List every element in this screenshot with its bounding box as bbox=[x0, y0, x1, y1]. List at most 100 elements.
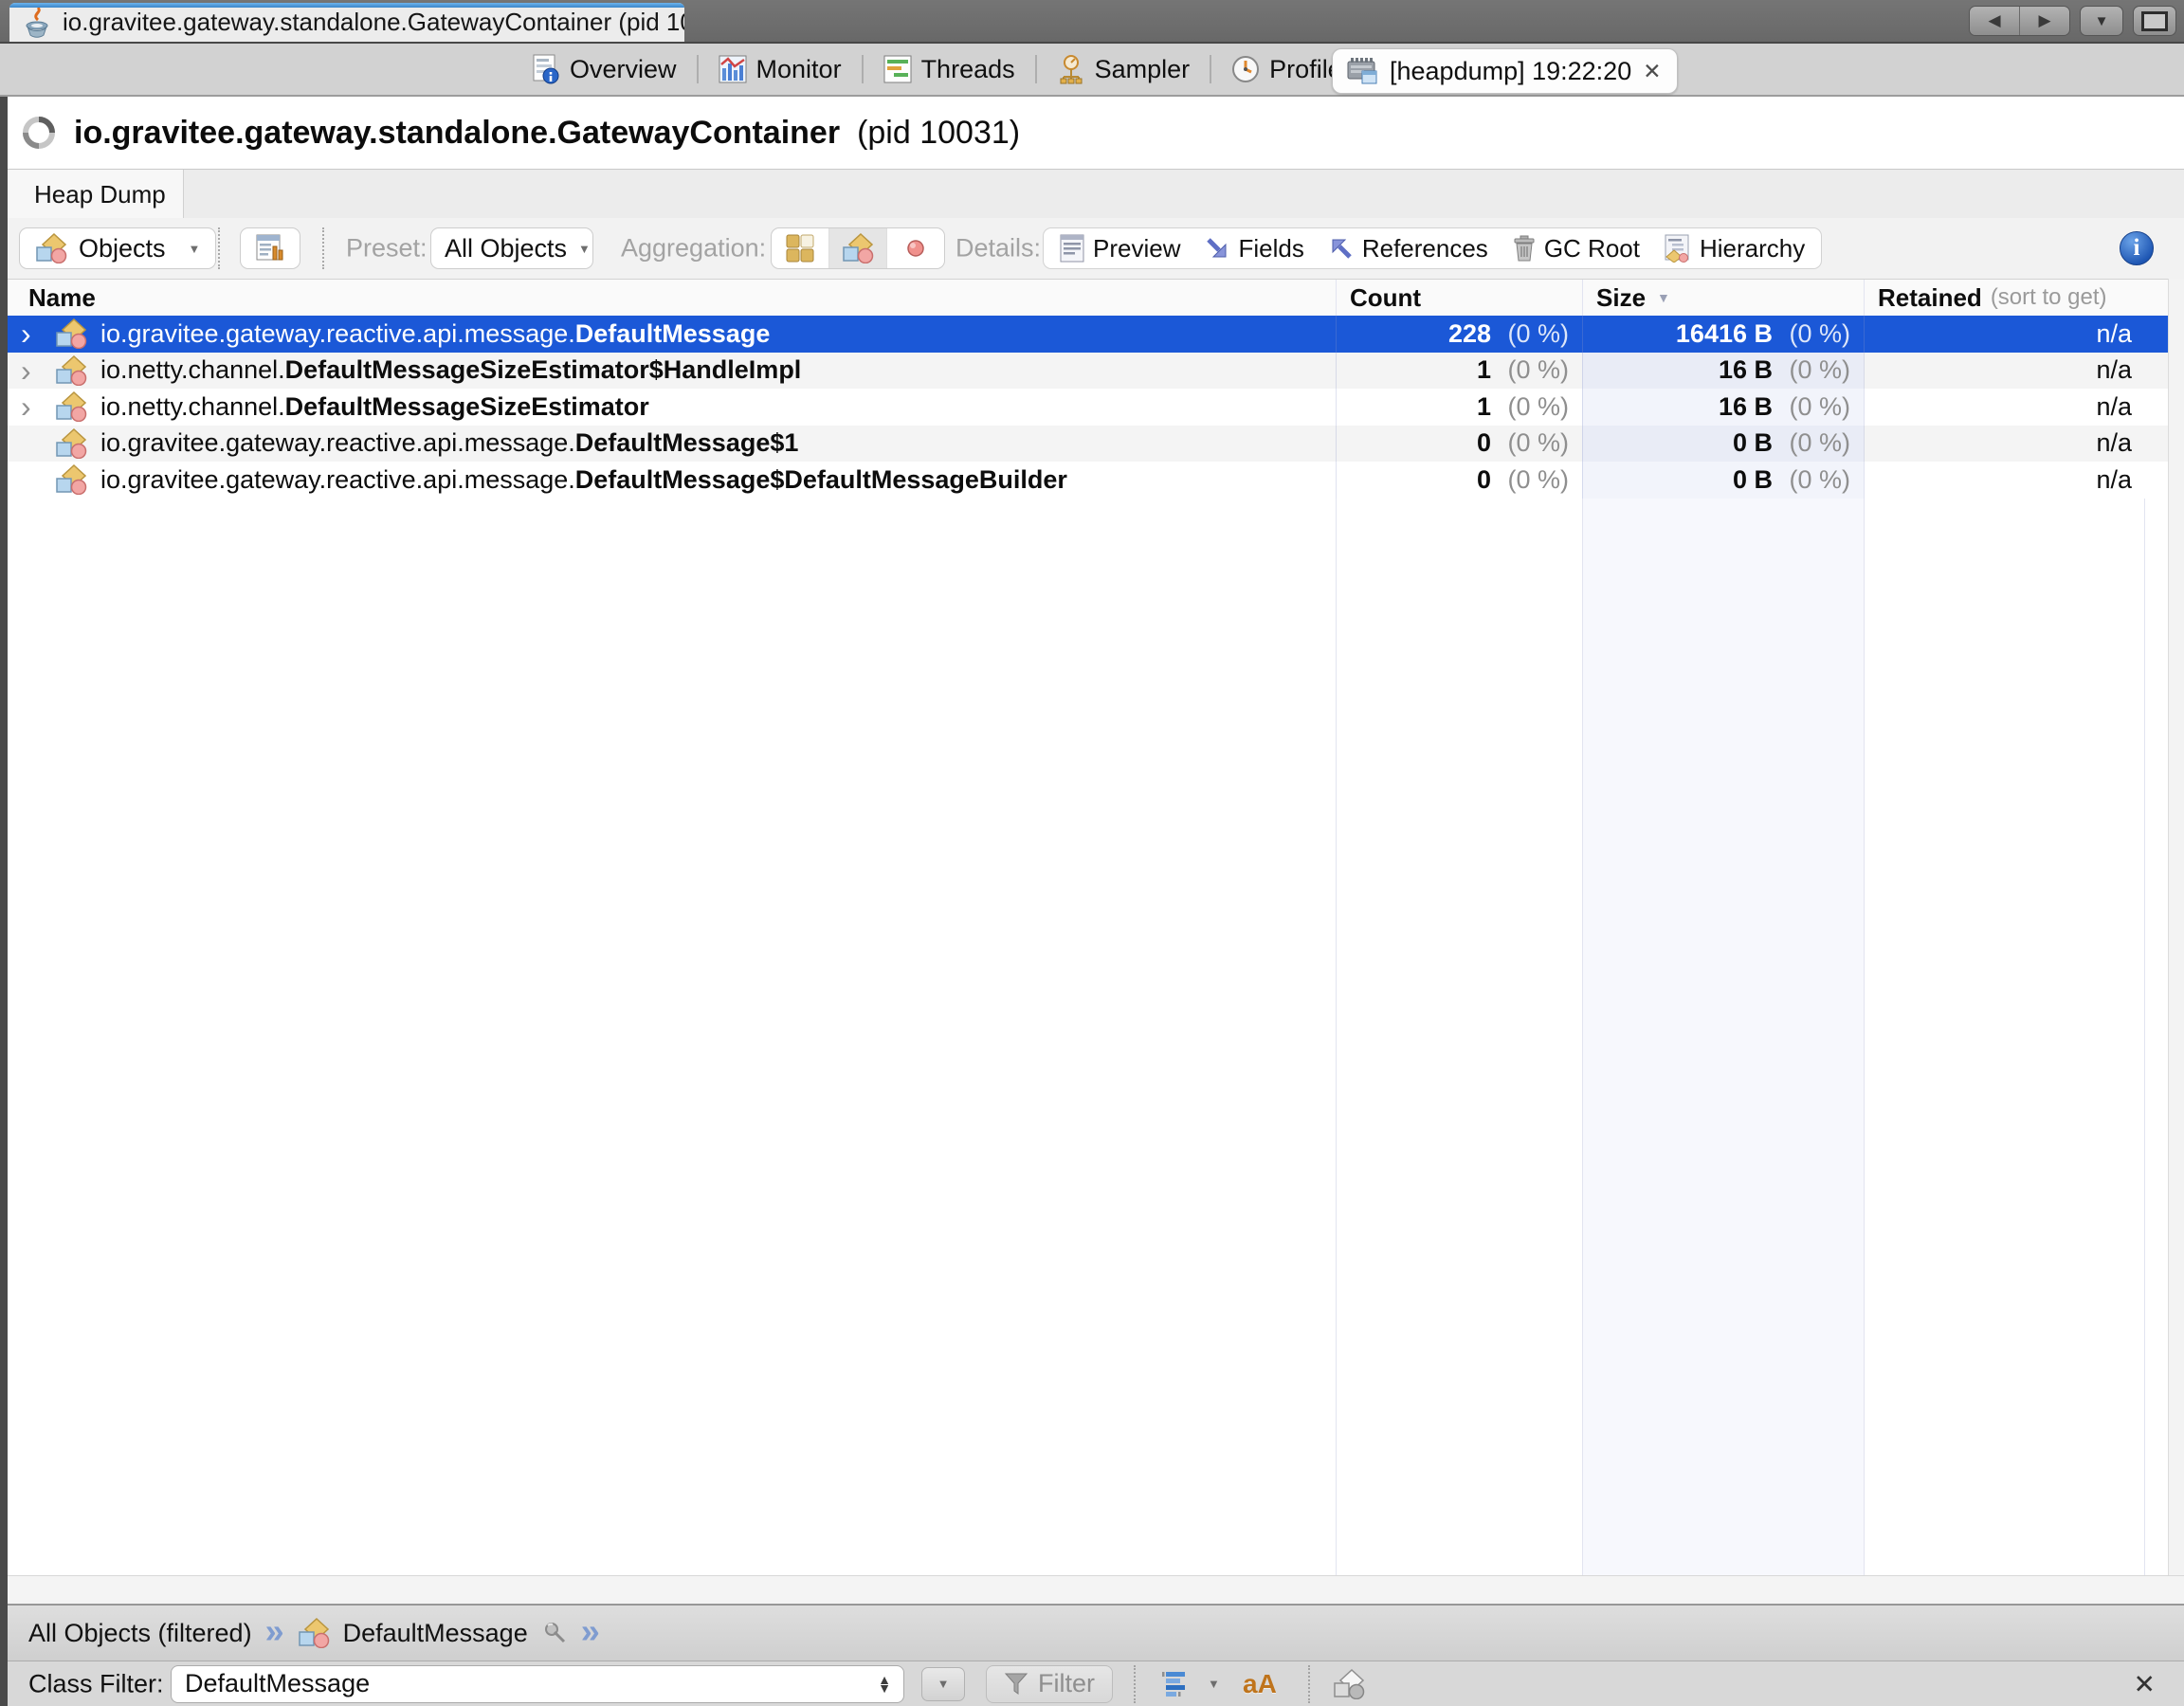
class-icon bbox=[55, 464, 89, 495]
details-button-group: Preview Fields References bbox=[1043, 227, 1822, 269]
breadcrumb-separator-icon: » bbox=[581, 1614, 600, 1648]
class-icon bbox=[55, 428, 89, 459]
maximize-button[interactable] bbox=[2133, 6, 2176, 36]
heap-dump-panel-strip: Heap Dump bbox=[8, 169, 2184, 218]
column-header-retained[interactable]: Retained (sort to get) bbox=[1864, 280, 2145, 316]
aggregation-segmented-control bbox=[771, 227, 945, 269]
maximize-icon bbox=[2141, 11, 2168, 31]
heapdump-tab-close-icon[interactable]: ✕ bbox=[1643, 61, 1661, 82]
fields-button[interactable]: Fields bbox=[1192, 228, 1316, 268]
page-header: io.gravitee.gateway.standalone.GatewayCo… bbox=[8, 97, 2184, 169]
retained-cell: n/a bbox=[1864, 462, 2145, 499]
class-filter-input[interactable] bbox=[171, 1665, 904, 1703]
tab-overview[interactable]: Overview bbox=[512, 44, 697, 95]
size-cell: 0 B(0 %) bbox=[1582, 426, 1864, 463]
hierarchy-icon bbox=[1665, 234, 1691, 263]
chevron-down-icon: ▼ bbox=[1208, 1677, 1220, 1691]
history-forward-button[interactable]: ▶ bbox=[2019, 7, 2069, 35]
trash-icon bbox=[1513, 235, 1536, 262]
chevron-down-icon: ▼ bbox=[578, 242, 591, 256]
table-row[interactable]: › io.netty.channel.DefaultMessageSizeEst… bbox=[8, 389, 2168, 426]
column-header-count[interactable]: Count bbox=[1336, 280, 1582, 316]
tab-threads[interactable]: Threads bbox=[864, 44, 1035, 95]
info-icon[interactable]: i bbox=[2120, 231, 2154, 265]
count-cell: 0(0 %) bbox=[1336, 426, 1582, 463]
stepper-down-icon: ▼ bbox=[878, 1684, 891, 1693]
table-empty-area bbox=[8, 499, 2168, 1576]
match-case-button[interactable]: aA bbox=[1243, 1669, 1277, 1699]
size-cell: 0 B(0 %) bbox=[1582, 462, 1864, 499]
expand-chevron-icon[interactable]: › bbox=[21, 318, 55, 349]
filter-button[interactable]: Filter bbox=[986, 1665, 1113, 1703]
report-icon bbox=[255, 233, 285, 263]
heap-dump-panel-tab[interactable]: Heap Dump bbox=[8, 170, 184, 219]
spinner-icon bbox=[21, 115, 57, 151]
pin-icon[interactable] bbox=[541, 1620, 568, 1646]
sampler-icon bbox=[1057, 54, 1085, 84]
window-title: io.gravitee.gateway.standalone.GatewayCo… bbox=[63, 8, 684, 37]
chevron-down-icon: ▼ bbox=[189, 242, 201, 256]
size-cell: 16 B(0 %) bbox=[1582, 389, 1864, 426]
vertical-scrollbar-track[interactable] bbox=[2168, 279, 2184, 1575]
tab-sampler[interactable]: Sampler bbox=[1037, 44, 1210, 95]
window-document-tab[interactable]: io.gravitee.gateway.standalone.GatewayCo… bbox=[9, 3, 684, 42]
gutter-cell bbox=[2145, 462, 2168, 499]
gutter-cell bbox=[2145, 316, 2168, 353]
objects-dropdown-button[interactable]: Objects ▼ bbox=[19, 227, 216, 269]
breadcrumb-separator-icon: » bbox=[265, 1614, 284, 1648]
table-row[interactable]: › io.gravitee.gateway.reactive.api.messa… bbox=[8, 316, 2168, 353]
history-back-button[interactable]: ◀ bbox=[1970, 7, 2019, 35]
toolbar-separator bbox=[218, 227, 220, 269]
preset-select[interactable]: All Objects ▼ bbox=[430, 227, 593, 269]
tab-monitor[interactable]: Monitor bbox=[699, 44, 862, 95]
expand-chevron-icon[interactable]: › bbox=[21, 355, 55, 386]
table-header: Name Count Size ▼ Retained (sort to get) bbox=[8, 279, 2168, 316]
class-outline-icon bbox=[1333, 1669, 1365, 1699]
column-header-name[interactable]: Name bbox=[8, 280, 1336, 316]
filter-history-dropdown-button[interactable]: ▼ bbox=[921, 1667, 965, 1701]
class-icon bbox=[298, 1618, 330, 1648]
preview-button[interactable]: Preview bbox=[1047, 228, 1192, 268]
funnel-icon bbox=[1004, 1672, 1028, 1697]
aggregation-instances-button[interactable] bbox=[886, 228, 944, 268]
gc-root-button[interactable]: GC Root bbox=[1501, 228, 1652, 268]
table-row[interactable]: io.gravitee.gateway.reactive.api.message… bbox=[8, 462, 2168, 499]
references-arrow-icon bbox=[1329, 236, 1354, 261]
tabs-dropdown-button[interactable]: ▼ bbox=[2080, 6, 2123, 36]
filter-type-button[interactable]: ▼ bbox=[1160, 1670, 1220, 1698]
packages-icon bbox=[786, 234, 814, 263]
sort-descending-icon: ▼ bbox=[1657, 290, 1670, 305]
breadcrumb-root[interactable]: All Objects (filtered) bbox=[28, 1619, 252, 1648]
table-row[interactable]: › io.netty.channel.DefaultMessageSizeEst… bbox=[8, 353, 2168, 390]
window-nav-controls: ◀ ▶ ▼ bbox=[1969, 6, 2176, 36]
class-filter-bar: Class Filter: ▲ ▼ ▼ Filter ▼ aA bbox=[8, 1661, 2184, 1706]
breadcrumb: All Objects (filtered) » DefaultMessage … bbox=[8, 1604, 2184, 1661]
references-button[interactable]: References bbox=[1317, 228, 1501, 268]
close-filter-icon[interactable]: ✕ bbox=[2134, 1668, 2156, 1699]
name-cell: › io.gravitee.gateway.reactive.api.messa… bbox=[8, 316, 1336, 353]
chevron-down-icon: ▼ bbox=[937, 1677, 950, 1691]
breadcrumb-item[interactable]: DefaultMessage bbox=[343, 1619, 528, 1648]
toolbar-separator bbox=[1134, 1665, 1136, 1703]
statistics-button[interactable] bbox=[240, 227, 300, 269]
profiler-icon bbox=[1231, 55, 1260, 83]
class-icon bbox=[55, 391, 89, 422]
gutter-cell bbox=[2145, 389, 2168, 426]
filter-scope-button[interactable] bbox=[1333, 1669, 1365, 1699]
table-row[interactable]: io.gravitee.gateway.reactive.api.message… bbox=[8, 426, 2168, 463]
toolbar-separator bbox=[1308, 1665, 1310, 1703]
page-title-pid: (pid 10031) bbox=[857, 115, 1020, 152]
match-case-icon: aA bbox=[1243, 1669, 1277, 1699]
expand-chevron-icon[interactable]: › bbox=[21, 391, 55, 422]
aggregation-classes-button[interactable] bbox=[828, 228, 886, 268]
retained-cell: n/a bbox=[1864, 316, 2145, 353]
instance-icon bbox=[906, 239, 925, 258]
combobox-stepper[interactable]: ▲ ▼ bbox=[868, 1667, 901, 1701]
fields-arrow-icon bbox=[1205, 236, 1229, 261]
class-icon bbox=[55, 318, 89, 349]
details-label: Details: bbox=[956, 234, 1041, 263]
column-header-size[interactable]: Size ▼ bbox=[1582, 280, 1864, 316]
aggregation-packages-button[interactable] bbox=[772, 228, 828, 268]
hierarchy-button[interactable]: Hierarchy bbox=[1652, 228, 1817, 268]
tab-heapdump[interactable]: [heapdump] 19:22:20 ✕ bbox=[1332, 48, 1678, 94]
